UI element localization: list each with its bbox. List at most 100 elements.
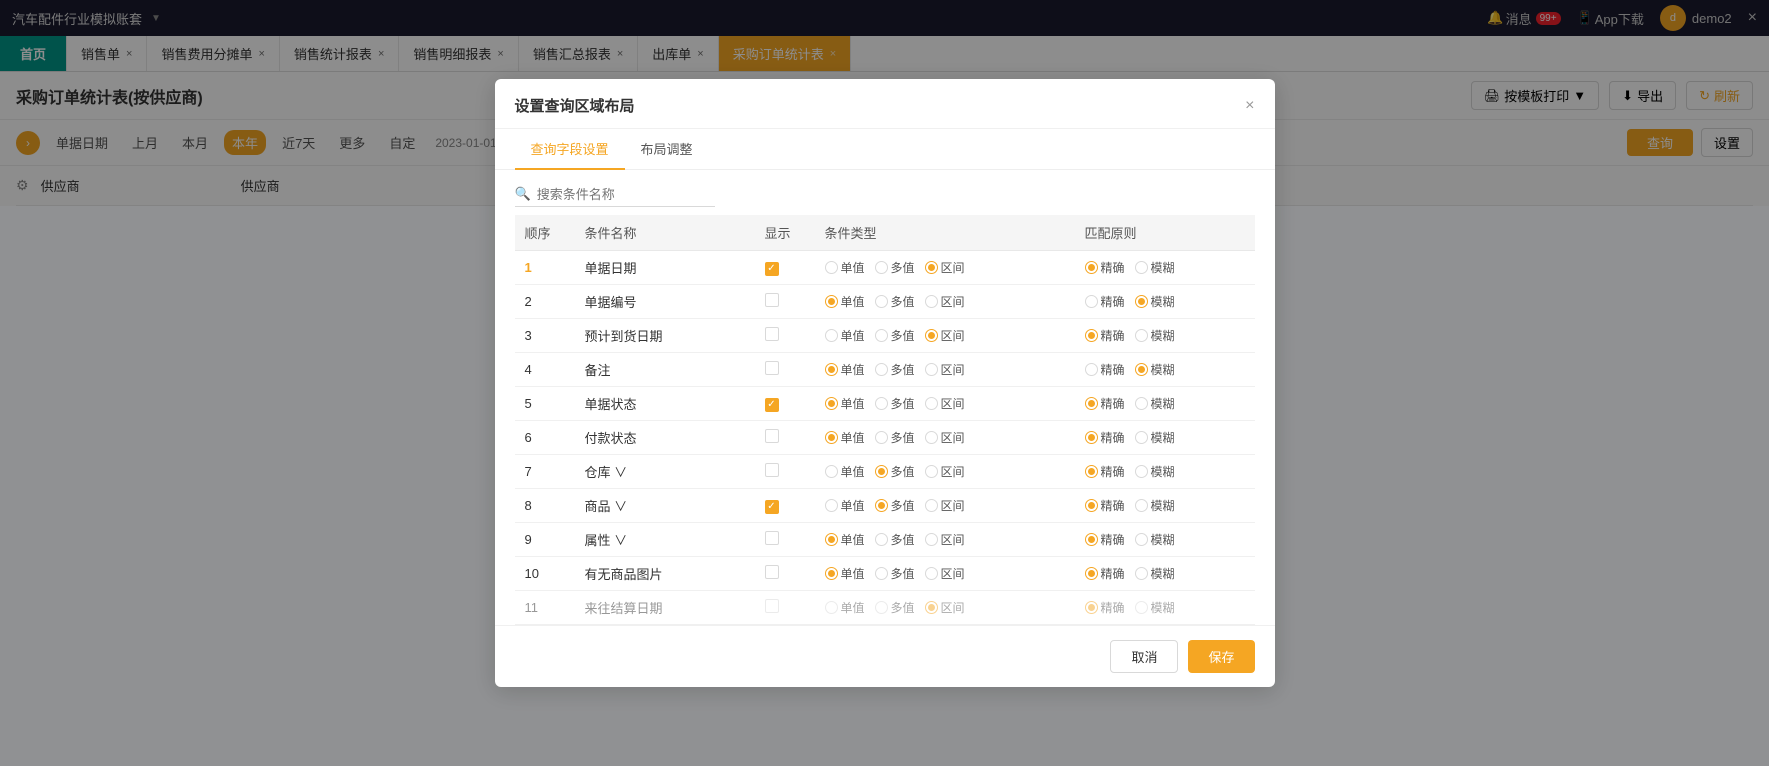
display-checkbox[interactable] [765,463,779,477]
modal-close-button[interactable]: × [1245,98,1254,114]
match-radio-match_fuzzy[interactable]: 模糊 [1135,463,1175,480]
type-radio-type_range[interactable]: 区间 [925,293,965,310]
match-radio-match_exact[interactable]: 精确 [1085,327,1125,344]
row-display-cell[interactable] [755,387,815,421]
type-radio-type_multi[interactable]: 多值 [875,327,915,344]
display-checkbox[interactable] [765,398,779,412]
match-radio-match_exact[interactable]: 精确 [1085,497,1125,514]
row-display-cell[interactable] [755,591,815,625]
row-display-cell[interactable] [755,489,815,523]
save-button[interactable]: 保存 [1188,640,1254,673]
radio-circle-type_multi [875,431,888,444]
row-display-cell[interactable] [755,455,815,489]
row-display-cell[interactable] [755,319,815,353]
type-radio-type_multi[interactable]: 多值 [875,599,915,616]
type-radio-type_single[interactable]: 单值 [825,565,865,582]
radio-circle-type_range [925,499,938,512]
type-radio-type_range[interactable]: 区间 [925,497,965,514]
display-checkbox[interactable] [765,361,779,375]
type-radio-type_range[interactable]: 区间 [925,565,965,582]
match-radio-group: 精确模糊 [1085,599,1245,616]
display-checkbox[interactable] [765,500,779,514]
row-display-cell[interactable] [755,353,815,387]
match-radio-match_exact[interactable]: 精确 [1085,361,1125,378]
type-radio-group: 单值多值区间 [825,395,1065,412]
radio-label-type_multi: 多值 [891,361,915,378]
type-radio-type_multi[interactable]: 多值 [875,361,915,378]
match-radio-match_exact[interactable]: 精确 [1085,463,1125,480]
type-radio-type_single[interactable]: 单值 [825,497,865,514]
match-radio-match_fuzzy[interactable]: 模糊 [1135,429,1175,446]
match-circle-match_fuzzy [1135,431,1148,444]
match-radio-match_fuzzy[interactable]: 模糊 [1135,327,1175,344]
match-radio-group: 精确模糊 [1085,327,1245,344]
display-checkbox[interactable] [765,531,779,545]
type-radio-type_range[interactable]: 区间 [925,429,965,446]
match-radio-match_exact[interactable]: 精确 [1085,395,1125,412]
match-radio-match_fuzzy[interactable]: 模糊 [1135,565,1175,582]
type-radio-type_range[interactable]: 区间 [925,327,965,344]
match-radio-match_fuzzy[interactable]: 模糊 [1135,361,1175,378]
type-radio-type_range[interactable]: 区间 [925,599,965,616]
match-radio-match_fuzzy[interactable]: 模糊 [1135,395,1175,412]
type-radio-type_range[interactable]: 区间 [925,531,965,548]
type-radio-type_multi[interactable]: 多值 [875,293,915,310]
match-radio-match_fuzzy[interactable]: 模糊 [1135,599,1175,616]
type-radio-type_single[interactable]: 单值 [825,259,865,276]
modal-footer: 取消 保存 [495,625,1275,687]
type-radio-type_single[interactable]: 单值 [825,327,865,344]
match-radio-match_fuzzy[interactable]: 模糊 [1135,531,1175,548]
match-radio-group: 精确模糊 [1085,531,1245,548]
match-label-match_fuzzy: 模糊 [1151,497,1175,514]
type-radio-type_single[interactable]: 单值 [825,531,865,548]
type-radio-type_single[interactable]: 单值 [825,463,865,480]
row-display-cell[interactable] [755,421,815,455]
row-type-cell: 单值多值区间 [815,285,1075,319]
radio-circle-type_range [925,431,938,444]
row-display-cell[interactable] [755,251,815,285]
type-radio-type_range[interactable]: 区间 [925,259,965,276]
match-radio-match_exact[interactable]: 精确 [1085,259,1125,276]
row-order-cell: 8 [515,489,575,523]
match-radio-match_fuzzy[interactable]: 模糊 [1135,497,1175,514]
modal-tab-layout[interactable]: 布局调整 [625,129,709,170]
display-checkbox[interactable] [765,429,779,443]
match-radio-match_fuzzy[interactable]: 模糊 [1135,259,1175,276]
modal-tab-query-fields[interactable]: 查询字段设置 [515,129,625,170]
row-match-cell: 精确模糊 [1075,523,1255,557]
display-checkbox[interactable] [765,262,779,276]
match-radio-match_fuzzy[interactable]: 模糊 [1135,293,1175,310]
type-radio-type_multi[interactable]: 多值 [875,395,915,412]
search-input[interactable] [537,187,697,202]
display-checkbox[interactable] [765,565,779,579]
display-checkbox[interactable] [765,327,779,341]
match-radio-match_exact[interactable]: 精确 [1085,429,1125,446]
type-radio-type_multi[interactable]: 多值 [875,531,915,548]
modal-table: 顺序 条件名称 显示 条件类型 匹配原则 1单据日期单值多值区间精确模糊2单据编… [515,215,1255,625]
row-name-cell: 付款状态 [575,421,755,455]
row-display-cell[interactable] [755,285,815,319]
type-radio-type_multi[interactable]: 多值 [875,429,915,446]
match-radio-match_exact[interactable]: 精确 [1085,531,1125,548]
type-radio-type_single[interactable]: 单值 [825,361,865,378]
type-radio-type_multi[interactable]: 多值 [875,497,915,514]
type-radio-type_single[interactable]: 单值 [825,599,865,616]
match-radio-match_exact[interactable]: 精确 [1085,599,1125,616]
type-radio-type_multi[interactable]: 多值 [875,259,915,276]
type-radio-type_range[interactable]: 区间 [925,395,965,412]
radio-circle-type_single [825,567,838,580]
match-radio-match_exact[interactable]: 精确 [1085,293,1125,310]
row-display-cell[interactable] [755,557,815,591]
match-radio-match_exact[interactable]: 精确 [1085,565,1125,582]
type-radio-type_single[interactable]: 单值 [825,429,865,446]
type-radio-type_multi[interactable]: 多值 [875,565,915,582]
cancel-button[interactable]: 取消 [1110,640,1178,673]
row-display-cell[interactable] [755,523,815,557]
type-radio-type_range[interactable]: 区间 [925,463,965,480]
type-radio-type_multi[interactable]: 多值 [875,463,915,480]
type-radio-type_single[interactable]: 单值 [825,395,865,412]
type-radio-type_single[interactable]: 单值 [825,293,865,310]
display-checkbox[interactable] [765,599,779,613]
display-checkbox[interactable] [765,293,779,307]
type-radio-type_range[interactable]: 区间 [925,361,965,378]
